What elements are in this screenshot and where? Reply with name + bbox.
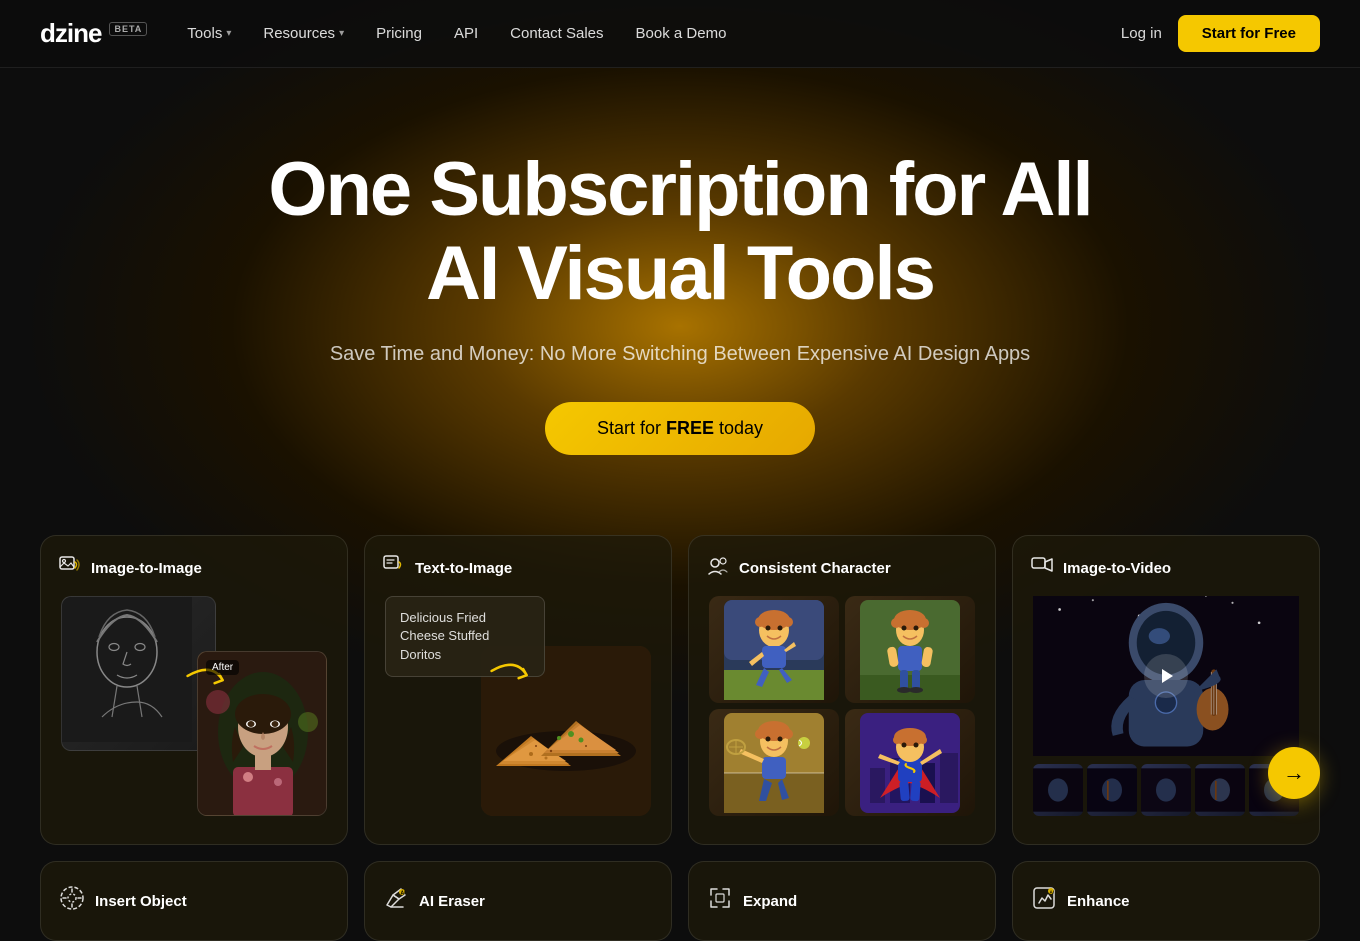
ai-eraser-icon: AI (383, 885, 409, 917)
card-body (1013, 596, 1319, 836)
txt2img-preview: Delicious Fried Cheese Stuffed Doritos (385, 596, 651, 816)
card-enhance[interactable]: AI Enhance (1012, 861, 1320, 941)
hero-subtitle: Save Time and Money: No More Switching B… (20, 343, 1340, 366)
cta-prefix: Start for (597, 418, 666, 438)
card-consistent-character[interactable]: Consistent Character (688, 535, 996, 845)
card-body: Delicious Fried Cheese Stuffed Doritos (365, 596, 671, 836)
card-text-to-image[interactable]: Text-to-Image Delicious Fried Cheese Stu… (364, 535, 672, 845)
card-ai-eraser[interactable]: AI AI Eraser (364, 861, 672, 941)
logo[interactable]: dzine BETA (40, 18, 147, 49)
play-button[interactable] (1144, 654, 1188, 698)
card-header: Image-to-Video (1013, 536, 1319, 596)
char-cell-1 (709, 596, 839, 703)
video-main-frame (1033, 596, 1299, 756)
card-body: Before (41, 596, 347, 836)
nav-contact-sales[interactable]: Contact Sales (510, 25, 603, 42)
cards-section: Image-to-Image Before (0, 505, 1360, 941)
char-cell-3 (709, 709, 839, 816)
vid-thumb-2 (1087, 764, 1137, 816)
bottom-cards-grid: Insert Object AI AI Eraser (40, 861, 1320, 941)
enhance-label: Enhance (1067, 893, 1130, 910)
card-header: Text-to-Image (365, 536, 671, 596)
card-title: Image-to-Video (1063, 560, 1171, 577)
nav-left: dzine BETA Tools ▾ Resources ▾ Pricing (40, 18, 726, 49)
ai-eraser-label: AI Eraser (419, 893, 485, 910)
img2img-preview: Before (61, 596, 327, 816)
nav-tools[interactable]: Tools ▾ (187, 25, 231, 42)
beta-badge: BETA (109, 22, 147, 36)
nav-book-demo[interactable]: Book a Demo (636, 25, 727, 42)
card-insert-object[interactable]: Insert Object (40, 861, 348, 941)
card-header: Consistent Character (689, 536, 995, 596)
consistent-character-icon (707, 554, 729, 582)
card-body (689, 596, 995, 836)
vid-thumb-3 (1141, 764, 1191, 816)
nav-pricing[interactable]: Pricing (376, 25, 422, 42)
character-grid (709, 596, 975, 816)
char-cell-2 (845, 596, 975, 703)
arrow-right-icon: → (1283, 760, 1305, 786)
vid-thumb-1 (1033, 764, 1083, 816)
chevron-down-icon: ▾ (339, 28, 344, 39)
image-to-image-icon (59, 554, 81, 582)
card-header: Image-to-Image (41, 536, 347, 596)
login-button[interactable]: Log in (1121, 25, 1162, 42)
image-to-video-icon (1031, 554, 1053, 582)
fab-next-button[interactable]: → (1268, 747, 1320, 799)
nav-api[interactable]: API (454, 25, 478, 42)
card-image-to-image[interactable]: Image-to-Image Before (40, 535, 348, 845)
chevron-down-icon: ▾ (226, 28, 231, 39)
cards-grid: Image-to-Image Before (40, 535, 1320, 845)
hero-section: One Subscription for All AI Visual Tools… (0, 68, 1360, 505)
text-to-image-icon (383, 554, 405, 582)
navigation: dzine BETA Tools ▾ Resources ▾ Pricing (0, 0, 1360, 68)
insert-object-label: Insert Object (95, 893, 187, 910)
insert-object-icon (59, 885, 85, 917)
expand-label: Expand (743, 893, 797, 910)
cta-free: FREE (666, 418, 714, 438)
after-label: After (206, 660, 239, 675)
nav-links: Tools ▾ Resources ▾ Pricing API (187, 25, 726, 42)
cta-suffix: today (714, 418, 763, 438)
nav-resources[interactable]: Resources ▾ (263, 25, 344, 42)
svg-text:AI: AI (1050, 890, 1055, 895)
card-title: Text-to-Image (415, 560, 512, 577)
nav-right: Log in Start for Free (1121, 15, 1320, 52)
card-image-to-video[interactable]: Image-to-Video (1012, 535, 1320, 845)
video-preview (1033, 596, 1299, 816)
start-for-free-button[interactable]: Start for Free (1178, 15, 1320, 52)
card-expand[interactable]: Expand (688, 861, 996, 941)
enhance-icon: AI (1031, 885, 1057, 917)
card-title: Consistent Character (739, 560, 891, 577)
char-cell-4 (845, 709, 975, 816)
card-title: Image-to-Image (91, 560, 202, 577)
expand-icon (707, 885, 733, 917)
hero-cta-button[interactable]: Start for FREE today (545, 402, 815, 455)
vid-thumb-4 (1195, 764, 1245, 816)
video-thumbnails (1033, 764, 1299, 816)
svg-text:AI: AI (401, 891, 407, 897)
brand-name: dzine (40, 18, 101, 49)
hero-title: One Subscription for All AI Visual Tools (20, 148, 1340, 315)
